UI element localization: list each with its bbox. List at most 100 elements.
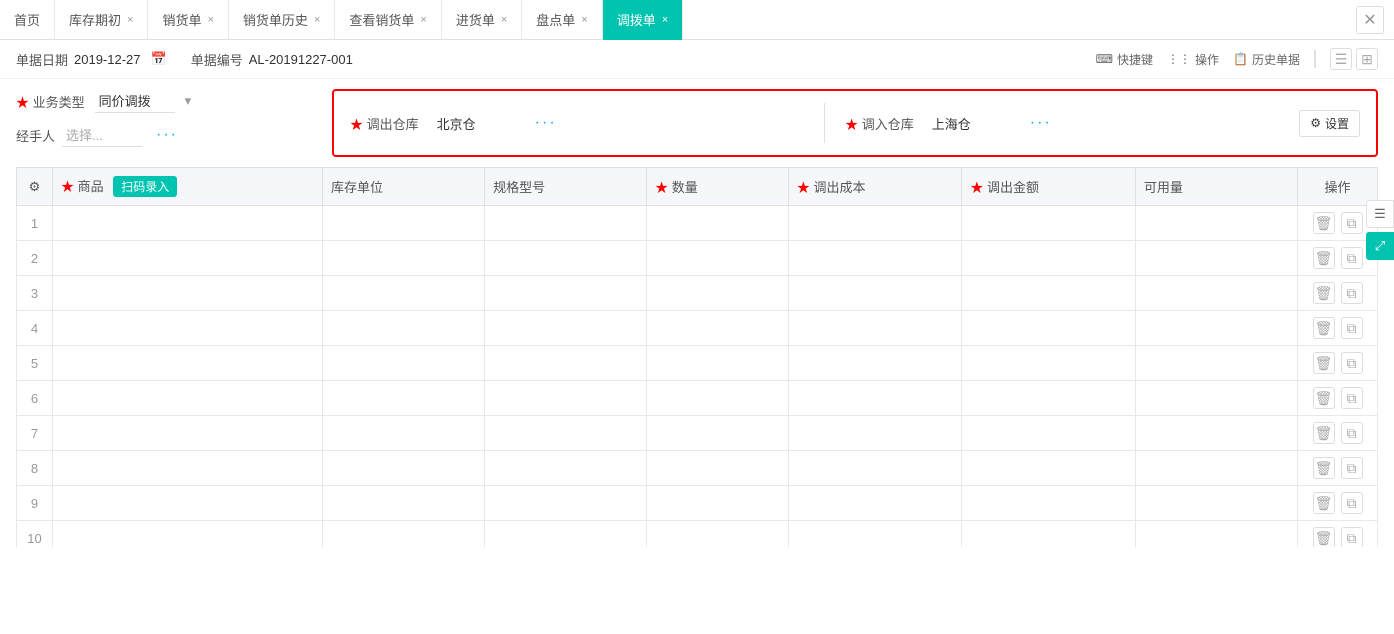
- cell-amount[interactable]: [962, 206, 1136, 241]
- delete-row-btn[interactable]: 🗑: [1313, 527, 1335, 547]
- cell-amount[interactable]: [962, 311, 1136, 346]
- tab-sales-history[interactable]: 销货单历史 ×: [229, 0, 335, 40]
- cell-amount[interactable]: [962, 416, 1136, 451]
- cell-spec[interactable]: [485, 381, 647, 416]
- cell-product[interactable]: [53, 416, 323, 451]
- cell-cost[interactable]: [788, 381, 962, 416]
- cell-cost[interactable]: [788, 416, 962, 451]
- history-btn[interactable]: 📋 历史单据: [1233, 51, 1300, 68]
- cell-unit[interactable]: [323, 416, 485, 451]
- cell-cost[interactable]: [788, 241, 962, 276]
- cell-amount[interactable]: [962, 451, 1136, 486]
- cell-unit[interactable]: [323, 381, 485, 416]
- cell-amount[interactable]: [962, 486, 1136, 521]
- tab-transfer-close[interactable]: ×: [662, 14, 668, 26]
- cell-avail[interactable]: [1135, 206, 1297, 241]
- cell-amount[interactable]: [962, 521, 1136, 548]
- cell-qty[interactable]: [647, 276, 789, 311]
- cell-avail[interactable]: [1135, 241, 1297, 276]
- tab-view-sales[interactable]: 查看销货单 ×: [335, 0, 441, 40]
- cell-product[interactable]: [53, 276, 323, 311]
- cell-avail[interactable]: [1135, 381, 1297, 416]
- tab-inventory-init-close[interactable]: ×: [127, 14, 133, 26]
- delete-row-btn[interactable]: 🗑: [1313, 247, 1335, 269]
- cell-product[interactable]: [53, 206, 323, 241]
- cell-avail[interactable]: [1135, 451, 1297, 486]
- cell-avail[interactable]: [1135, 346, 1297, 381]
- cell-cost[interactable]: [788, 521, 962, 548]
- cell-spec[interactable]: [485, 241, 647, 276]
- delete-row-btn[interactable]: 🗑: [1313, 317, 1335, 339]
- settings-button[interactable]: ⚙ 设置: [1299, 110, 1360, 137]
- cell-unit[interactable]: [323, 486, 485, 521]
- person-dots[interactable]: ···: [156, 126, 178, 144]
- sidebar-list-btn[interactable]: ☰: [1366, 200, 1394, 228]
- cell-spec[interactable]: [485, 521, 647, 548]
- copy-row-btn[interactable]: ⧉: [1341, 492, 1363, 514]
- cell-amount[interactable]: [962, 276, 1136, 311]
- cell-cost[interactable]: [788, 206, 962, 241]
- cell-qty[interactable]: [647, 206, 789, 241]
- cell-unit[interactable]: [323, 521, 485, 548]
- cell-product[interactable]: [53, 486, 323, 521]
- list-view-btn[interactable]: ☰: [1330, 48, 1352, 70]
- cell-qty[interactable]: [647, 521, 789, 548]
- copy-row-btn[interactable]: ⧉: [1341, 457, 1363, 479]
- grid-view-btn[interactable]: ⊞: [1356, 48, 1378, 70]
- cell-qty[interactable]: [647, 486, 789, 521]
- cell-qty[interactable]: [647, 381, 789, 416]
- cell-product[interactable]: [53, 346, 323, 381]
- cell-cost[interactable]: [788, 346, 962, 381]
- cell-avail[interactable]: [1135, 311, 1297, 346]
- tab-purchase[interactable]: 进货单 ×: [442, 0, 522, 40]
- tab-inventory-init[interactable]: 库存期初 ×: [55, 0, 148, 40]
- copy-row-btn[interactable]: ⧉: [1341, 247, 1363, 269]
- cell-avail[interactable]: [1135, 416, 1297, 451]
- delete-row-btn[interactable]: 🗑: [1313, 387, 1335, 409]
- copy-row-btn[interactable]: ⧉: [1341, 282, 1363, 304]
- in-warehouse-dots[interactable]: ···: [1030, 114, 1052, 132]
- window-close-button[interactable]: ✕: [1356, 6, 1384, 34]
- copy-row-btn[interactable]: ⧉: [1341, 527, 1363, 547]
- tab-sales-order-close[interactable]: ×: [207, 14, 213, 26]
- tab-inventory-check-close[interactable]: ×: [581, 14, 587, 26]
- cell-qty[interactable]: [647, 241, 789, 276]
- cell-spec[interactable]: [485, 206, 647, 241]
- tab-purchase-close[interactable]: ×: [501, 14, 507, 26]
- scan-btn[interactable]: 扫码录入: [113, 176, 177, 197]
- tab-view-sales-close[interactable]: ×: [420, 14, 426, 26]
- tab-inventory-check[interactable]: 盘点单 ×: [522, 0, 602, 40]
- person-select[interactable]: 选择...: [62, 123, 142, 147]
- delete-row-btn[interactable]: 🗑: [1313, 457, 1335, 479]
- th-gear[interactable]: ⚙: [17, 168, 53, 206]
- calendar-icon[interactable]: 📅: [151, 51, 167, 67]
- copy-row-btn[interactable]: ⧉: [1341, 352, 1363, 374]
- tab-transfer[interactable]: 调拨单 ×: [603, 0, 683, 40]
- tab-home[interactable]: 首页: [0, 0, 55, 40]
- biz-type-dropdown-arrow[interactable]: ▾: [185, 93, 192, 109]
- delete-row-btn[interactable]: 🗑: [1313, 352, 1335, 374]
- cell-spec[interactable]: [485, 451, 647, 486]
- delete-row-btn[interactable]: 🗑: [1313, 422, 1335, 444]
- cell-cost[interactable]: [788, 276, 962, 311]
- cell-avail[interactable]: [1135, 521, 1297, 548]
- cell-qty[interactable]: [647, 451, 789, 486]
- copy-row-btn[interactable]: ⧉: [1341, 387, 1363, 409]
- cell-unit[interactable]: [323, 206, 485, 241]
- cell-product[interactable]: [53, 311, 323, 346]
- cell-spec[interactable]: [485, 346, 647, 381]
- tab-sales-history-close[interactable]: ×: [314, 14, 320, 26]
- cell-cost[interactable]: [788, 451, 962, 486]
- delete-row-btn[interactable]: 🗑: [1313, 492, 1335, 514]
- cell-avail[interactable]: [1135, 276, 1297, 311]
- cell-qty[interactable]: [647, 346, 789, 381]
- tab-sales-order[interactable]: 销货单 ×: [148, 0, 228, 40]
- cell-amount[interactable]: [962, 346, 1136, 381]
- cell-qty[interactable]: [647, 311, 789, 346]
- cell-unit[interactable]: [323, 311, 485, 346]
- copy-row-btn[interactable]: ⧉: [1341, 212, 1363, 234]
- cell-amount[interactable]: [962, 381, 1136, 416]
- cell-spec[interactable]: [485, 416, 647, 451]
- cell-unit[interactable]: [323, 346, 485, 381]
- cell-spec[interactable]: [485, 311, 647, 346]
